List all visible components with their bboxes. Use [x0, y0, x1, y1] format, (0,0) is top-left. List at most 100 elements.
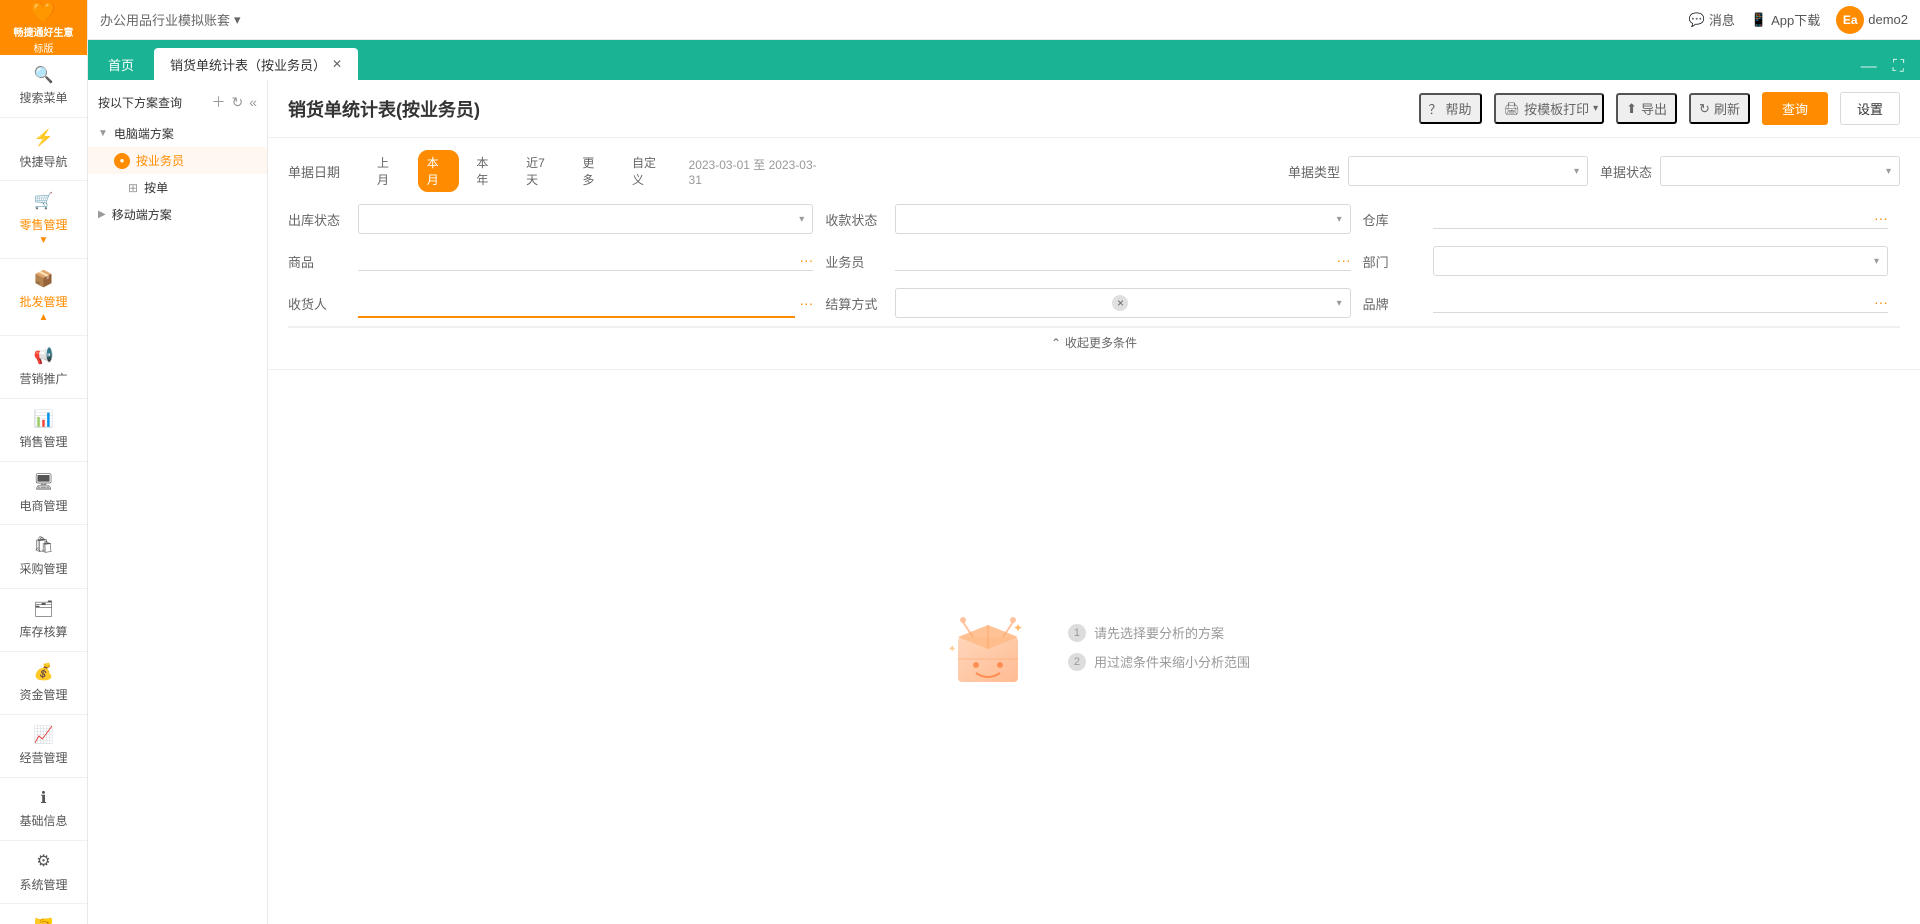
tree-item-by-salesperson[interactable]: ● 按业务员	[88, 147, 267, 174]
filter-cell-brand: 品牌 ···	[1363, 288, 1900, 318]
out-status-select[interactable]: ▾	[358, 204, 813, 234]
print-icon: 🖨	[1504, 101, 1521, 117]
empty-state: ✦ ✦ 1 请先选择要分析的方案 2	[268, 370, 1920, 924]
sidebar-item-inventory[interactable]: 🗂 库存核算	[0, 589, 87, 652]
payment-status-select[interactable]: ▾	[895, 204, 1350, 234]
active-scheme-icon: ●	[114, 153, 130, 169]
tab-sales-report[interactable]: 销货单统计表（按业务员） ✕	[154, 48, 358, 80]
tree-item-by-order[interactable]: ⊞ 按单	[88, 174, 267, 201]
collapse-panel-icon[interactable]: «	[249, 94, 257, 110]
filter-cell-out-status: 出库状态 ▾	[288, 204, 825, 234]
sidebar-item-basic[interactable]: ℹ 基础信息	[0, 778, 87, 841]
filter-cell-settlement: 结算方式 × ▾	[825, 288, 1362, 318]
tip-1-number: 1	[1068, 624, 1086, 642]
tree-mobile-group[interactable]: ▶ 移动端方案	[88, 201, 267, 228]
sidebar-item-sales[interactable]: 📊 销售管理	[0, 399, 87, 462]
warehouse-dots-icon[interactable]: ···	[1874, 210, 1888, 226]
account-name: 办公用品行业模拟账套	[100, 10, 230, 29]
template-print-button[interactable]: 🖨 按模板打印 ▾	[1494, 93, 1605, 124]
receiver-input[interactable]	[358, 288, 795, 318]
app-name: 畅捷通好生意	[14, 27, 74, 40]
collapse-button[interactable]: ⌃ 收起更多条件	[288, 327, 1900, 357]
app-subtitle: 标版	[34, 40, 54, 55]
maximize-tab-icon[interactable]: ⛶	[1889, 54, 1908, 80]
sidebar-item-search[interactable]: 🔍 搜索菜单	[0, 55, 87, 118]
help-button[interactable]: ？ 帮助	[1419, 93, 1482, 124]
app-download-button[interactable]: 📱 App下载	[1751, 10, 1820, 29]
svg-text:✦: ✦	[948, 644, 956, 655]
filter-cell-department: 部门 ▾	[1363, 246, 1900, 276]
settlement-clear-icon[interactable]: ×	[1112, 295, 1128, 311]
minimize-tab-icon[interactable]: —	[1857, 54, 1881, 80]
brand-dots-icon[interactable]: ···	[1874, 294, 1888, 310]
download-icon: 📱	[1751, 12, 1767, 28]
account-dropdown[interactable]: 办公用品行业模拟账套 ▾	[100, 10, 241, 29]
settlement-select[interactable]: × ▾	[895, 288, 1350, 318]
tab-home[interactable]: 首页	[92, 48, 150, 80]
out-status-control: ▾	[358, 204, 813, 234]
filter-cell-goods: 商品 ···	[288, 246, 825, 276]
sidebar-item-marketing[interactable]: 📢 营销推广	[0, 336, 87, 399]
tabbar: 首页 销货单统计表（按业务员） ✕ — ⛶	[88, 40, 1920, 80]
export-button[interactable]: ⬆ 导出	[1616, 93, 1677, 124]
print-arrow-icon: ▾	[1593, 103, 1598, 114]
sidebar-item-finance[interactable]: 💰 资金管理	[0, 652, 87, 715]
left-panel: 按以下方案查询 ＋ ↻ « ▼ 电脑端方案 ● 按业务员 ⊞ 按单 ▶	[88, 80, 268, 924]
right-panel: 销货单统计表(按业务员) ？ 帮助 🖨 按模板打印 ▾ ⬆ 导出	[268, 80, 1920, 924]
wholesale-icon: 📦	[34, 269, 54, 291]
tip-1-text: 请先选择要分析的方案	[1094, 623, 1224, 642]
date-this-month[interactable]: 本月	[418, 150, 460, 192]
refresh-button[interactable]: ↻ 刷新	[1689, 93, 1750, 124]
sidebar-item-retail[interactable]: 🛒 零售管理 ▼	[0, 181, 87, 258]
date-last-month[interactable]: 上月	[368, 150, 410, 192]
settlement-control: × ▾	[895, 288, 1350, 318]
sidebar-label-finance: 资金管理	[19, 687, 67, 704]
empty-tips: 1 请先选择要分析的方案 2 用过滤条件来缩小分析范围	[1068, 623, 1250, 671]
doc-type-select[interactable]: ▾	[1348, 156, 1588, 186]
date-this-year[interactable]: 本年	[467, 150, 509, 192]
sidebar-item-system[interactable]: ⚙ 系统管理	[0, 841, 87, 904]
date-more[interactable]: 更多	[573, 150, 615, 192]
tab-close-icon[interactable]: ✕	[332, 57, 342, 71]
page-title: 销货单统计表(按业务员)	[288, 96, 480, 122]
topbar: 办公用品行业模拟账套 ▾ 💬 消息 📱 App下载 Ea demo2	[88, 0, 1920, 40]
receiver-dots-icon[interactable]: ···	[799, 295, 813, 311]
refresh-scheme-icon[interactable]: ↻	[231, 94, 243, 111]
tree-desktop-group[interactable]: ▼ 电脑端方案	[88, 120, 267, 147]
user-profile[interactable]: Ea demo2	[1836, 6, 1908, 34]
tabbar-actions: — ⛶	[1857, 54, 1920, 80]
query-button[interactable]: 查询	[1762, 92, 1828, 125]
date-custom[interactable]: 自定义	[623, 150, 677, 192]
sidebar-item-ecommerce[interactable]: 🖥 电商管理	[0, 462, 87, 525]
empty-content: ✦ ✦ 1 请先选择要分析的方案 2	[938, 597, 1250, 697]
app-logo[interactable]: 🧡 畅捷通好生意 标版	[0, 0, 88, 55]
salesperson-dots-icon[interactable]: ···	[1337, 252, 1351, 268]
department-select[interactable]: ▾	[1433, 246, 1888, 276]
export-label: 导出	[1641, 99, 1667, 118]
message-button[interactable]: 💬 消息	[1689, 10, 1735, 29]
tree-expand-icon: ▼	[98, 128, 108, 139]
sidebar-item-purchase[interactable]: 🛍 采购管理	[0, 525, 87, 588]
empty-tip-1: 1 请先选择要分析的方案	[1068, 623, 1250, 642]
settings-button[interactable]: 设置	[1840, 92, 1900, 125]
sidebar-item-quick-nav[interactable]: ⚡ 快捷导航	[0, 118, 87, 181]
content-area: 按以下方案查询 ＋ ↻ « ▼ 电脑端方案 ● 按业务员 ⊞ 按单 ▶	[88, 80, 1920, 924]
main-area: 办公用品行业模拟账套 ▾ 💬 消息 📱 App下载 Ea demo2 首页 销货…	[88, 0, 1920, 924]
doc-status-select[interactable]: ▾	[1660, 156, 1900, 186]
department-label: 部门	[1363, 252, 1433, 271]
message-icon: 💬	[1689, 12, 1705, 28]
doc-type-label: 单据类型	[1288, 162, 1340, 181]
sidebar-item-operation[interactable]: 📈 经营管理	[0, 715, 87, 778]
sidebar-label-wholesale: 批发管理	[19, 294, 67, 311]
date-last-7[interactable]: 近7天	[517, 150, 565, 192]
goods-dots-icon[interactable]: ···	[799, 252, 813, 268]
home-tab-label: 首页	[108, 55, 134, 74]
out-status-arrow-icon: ▾	[799, 214, 804, 225]
help-label: 帮助	[1446, 99, 1472, 118]
sidebar-item-wholesale[interactable]: 📦 批发管理 ▲	[0, 259, 87, 336]
add-scheme-button[interactable]: ＋	[211, 92, 225, 112]
filter-grid-row2: 商品 ··· 业务员 ···	[288, 246, 1900, 276]
sidebar-item-collab[interactable]: 🤝 企业协同	[0, 904, 87, 924]
panel-header: 按以下方案查询 ＋ ↻ «	[88, 88, 267, 120]
app-download-label: App下载	[1771, 10, 1820, 29]
